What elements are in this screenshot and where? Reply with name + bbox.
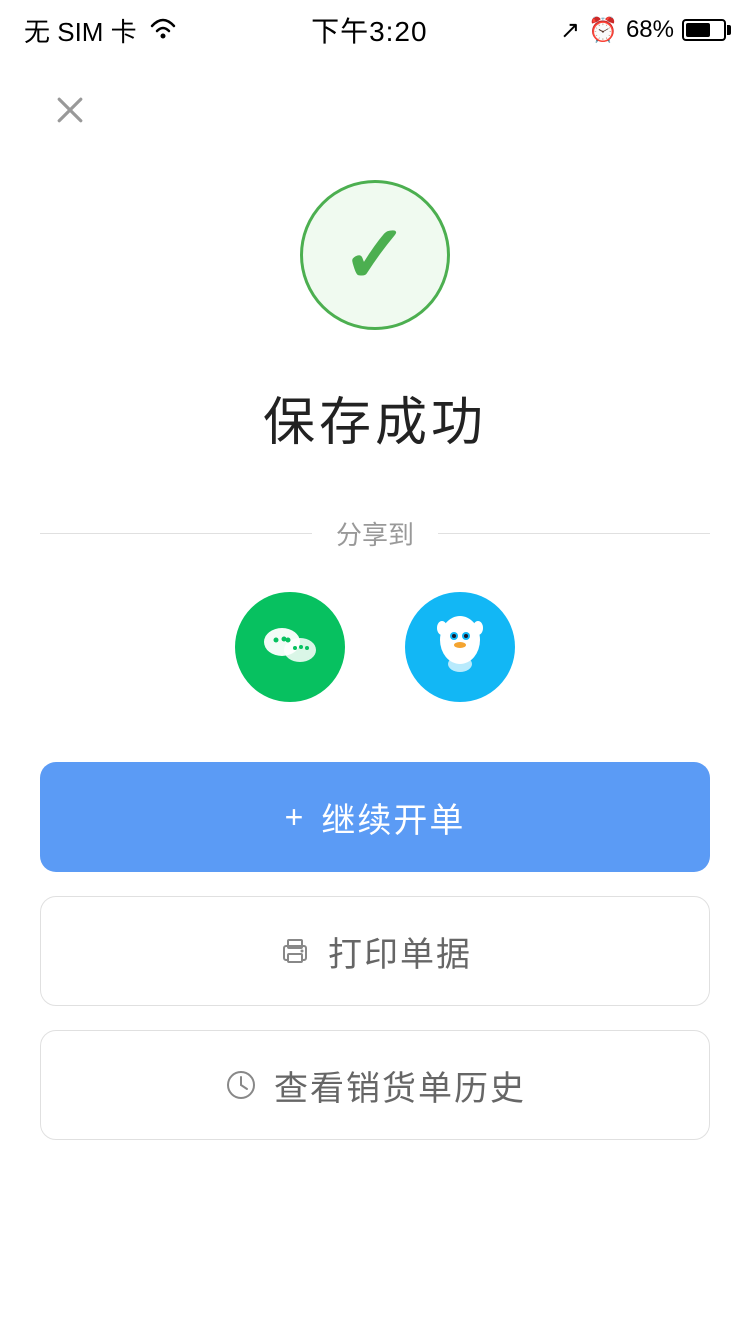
plus-icon: +	[285, 799, 306, 836]
qq-share-button[interactable]	[405, 592, 515, 702]
main-content: ✓ 保存成功 分享到	[0, 60, 750, 1180]
success-title: 保存成功	[263, 380, 487, 455]
status-time: 下午3:20	[311, 10, 428, 50]
share-label: 分享到	[312, 515, 438, 552]
success-area: ✓ 保存成功	[40, 180, 710, 455]
qq-icon	[430, 612, 490, 682]
divider-right	[438, 533, 710, 534]
close-button[interactable]	[40, 80, 100, 140]
close-icon	[52, 92, 88, 128]
printer-icon	[278, 934, 312, 968]
history-label: 查看销货单历史	[274, 1061, 526, 1110]
share-section: 分享到	[40, 515, 710, 702]
alarm-icon: ⏰	[588, 16, 618, 45]
print-button[interactable]: 打印单据	[40, 896, 710, 1006]
checkmark-icon: ✓	[341, 215, 408, 295]
action-buttons: + 继续开单 打印单据	[40, 762, 710, 1140]
history-button[interactable]: 查看销货单历史	[40, 1030, 710, 1140]
location-icon: ↗	[560, 16, 580, 45]
battery-fill	[686, 23, 710, 37]
print-label: 打印单据	[328, 927, 472, 976]
status-bar: 无 SIM 卡 下午3:20 ↗ ⏰ 68%	[0, 0, 750, 60]
battery-icon	[682, 19, 726, 41]
clock-icon	[224, 1068, 258, 1102]
share-icons	[40, 592, 710, 702]
wechat-share-button[interactable]	[235, 592, 345, 702]
success-circle: ✓	[300, 180, 450, 330]
share-divider: 分享到	[40, 515, 710, 552]
divider-left	[40, 533, 312, 534]
status-left: 无 SIM 卡	[24, 12, 179, 49]
wechat-icon	[258, 620, 323, 675]
wifi-icon	[147, 18, 179, 42]
continue-button[interactable]: + 继续开单	[40, 762, 710, 872]
continue-label: 继续开单	[321, 793, 465, 842]
carrier-text: 无 SIM 卡	[24, 12, 137, 49]
status-right: ↗ ⏰ 68%	[560, 16, 726, 45]
battery-percent: 68%	[626, 16, 674, 44]
